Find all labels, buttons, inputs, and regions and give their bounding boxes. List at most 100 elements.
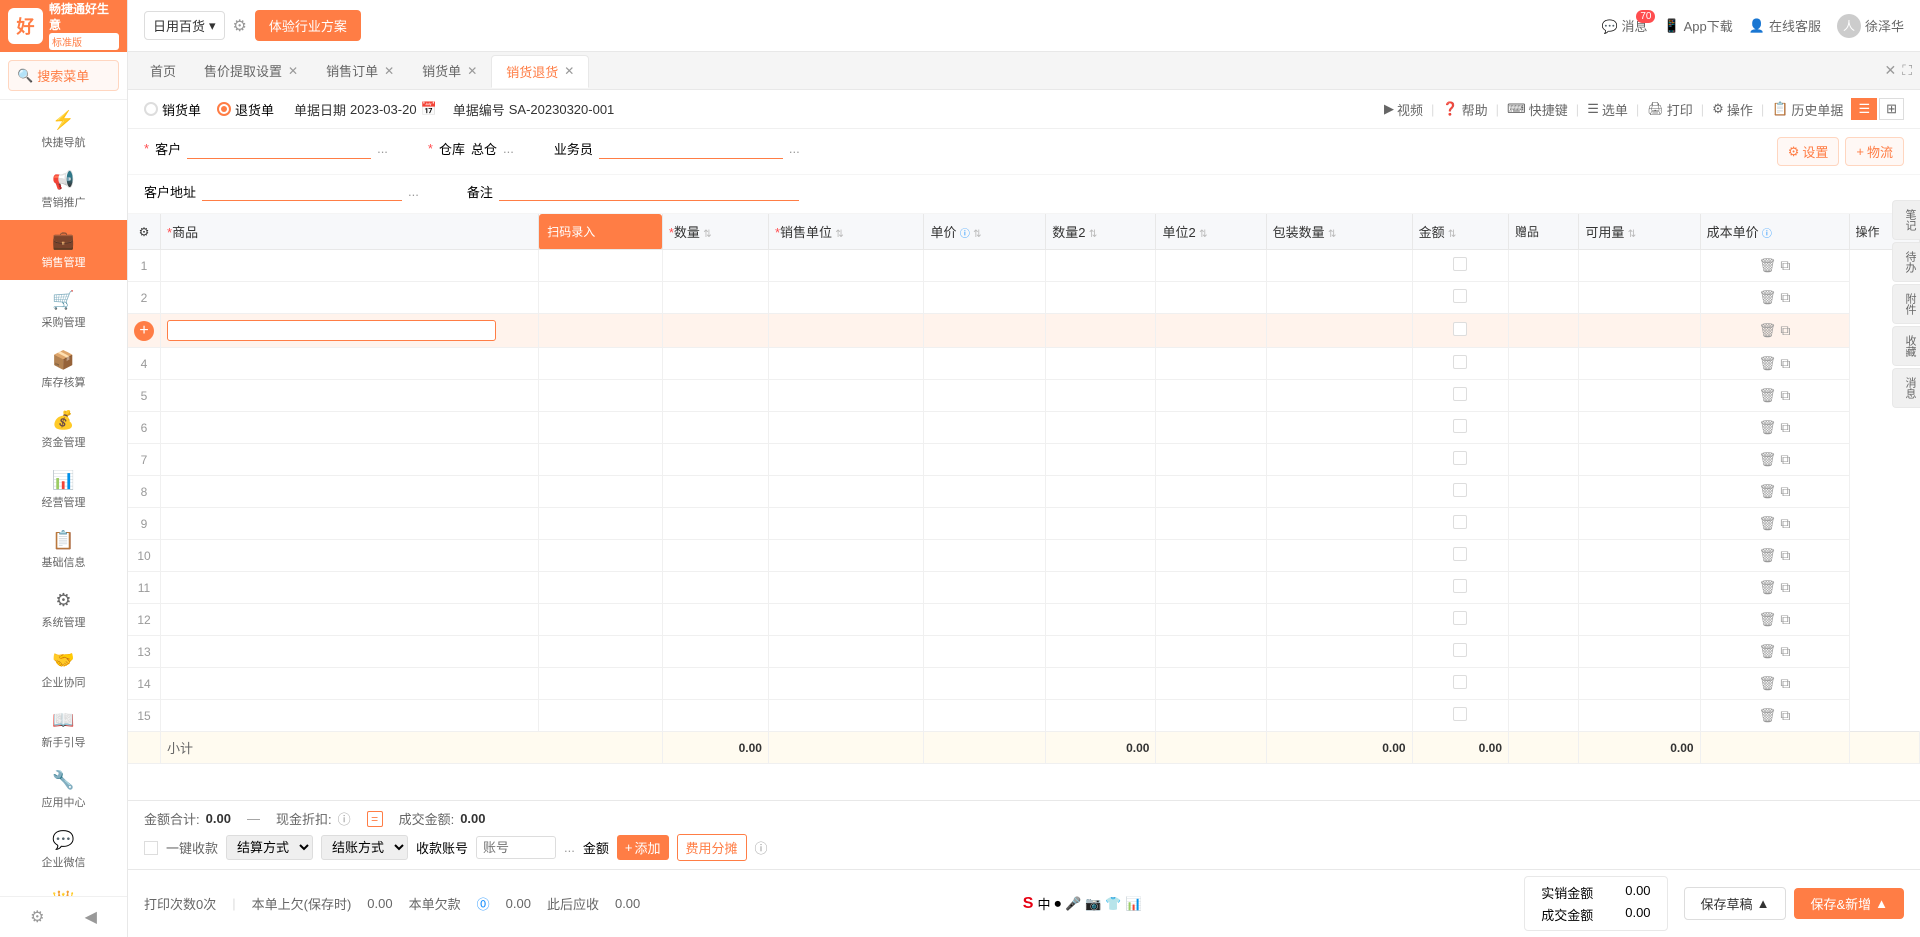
unit2-cell[interactable] [1046, 250, 1156, 282]
unit-price-cell[interactable] [768, 282, 924, 314]
add-payment-btn[interactable]: + 添加 [617, 835, 669, 860]
quantity-cell[interactable] [539, 314, 663, 348]
tab-close-sales-return[interactable]: ✕ [564, 64, 574, 78]
topbar-gear-icon[interactable]: ⚙ [233, 16, 247, 36]
user-profile-btn[interactable]: 人 徐泽华 [1837, 14, 1904, 38]
delete-row-btn[interactable]: 🗑 [1759, 483, 1777, 500]
delete-row-btn[interactable]: 🗑 [1759, 451, 1777, 468]
amount-cell[interactable] [1266, 636, 1412, 668]
qty2-cell[interactable] [924, 380, 1046, 412]
sales-unit-cell[interactable] [662, 604, 768, 636]
cost-price-cell[interactable] [1579, 282, 1700, 314]
delete-row-btn[interactable]: 🗑 [1759, 707, 1777, 724]
delete-row-btn[interactable]: 🗑 [1759, 515, 1777, 532]
quantity-cell[interactable] [539, 444, 663, 476]
amount-cell[interactable] [1266, 700, 1412, 732]
settings-icon[interactable]: ⚙ [30, 907, 44, 927]
amount-cell[interactable] [1266, 314, 1412, 348]
tab-sales[interactable]: 销货单✕ [408, 55, 491, 86]
unit-price-cell[interactable] [768, 444, 924, 476]
sidebar-item-appstore[interactable]: 🔧应用中心 [0, 760, 127, 820]
gift-checkbox[interactable] [1453, 547, 1467, 561]
sales-unit-cell[interactable] [662, 636, 768, 668]
unit-price-cell[interactable] [768, 476, 924, 508]
message-btn[interactable]: 💬 70 消息 [1602, 16, 1648, 35]
gift-checkbox[interactable] [1453, 355, 1467, 369]
cost-price-cell[interactable] [1579, 250, 1700, 282]
tab-price-setting[interactable]: 售价提取设置✕ [190, 55, 312, 86]
amount-cell[interactable] [1266, 282, 1412, 314]
quantity-cell[interactable] [539, 700, 663, 732]
copy-row-btn[interactable]: ⧉ [1780, 419, 1790, 436]
cost-price-cell[interactable] [1579, 412, 1700, 444]
pack-qty-cell[interactable] [1156, 540, 1266, 572]
summary-method-select[interactable]: 结账方式 [321, 835, 408, 860]
sidebar-item-enterprise[interactable]: 🤝企业协同 [0, 640, 127, 700]
warehouse-select-btn[interactable]: ... [503, 141, 514, 156]
action-btn-help[interactable]: ❓帮助 [1442, 100, 1487, 119]
quick-panel-btn-收藏[interactable]: 收藏 [1892, 326, 1920, 366]
pack-qty-cell[interactable] [1156, 668, 1266, 700]
copy-row-btn[interactable]: ⧉ [1780, 611, 1790, 628]
quantity-cell[interactable] [539, 412, 663, 444]
cost-price-cell[interactable] [1579, 348, 1700, 380]
sidebar-item-quick[interactable]: ⚡快捷导航 [0, 100, 127, 160]
unit2-cell[interactable] [1046, 572, 1156, 604]
available-cell[interactable] [1509, 314, 1579, 348]
copy-row-btn[interactable]: ⧉ [1780, 643, 1790, 660]
unit-price-cell[interactable] [768, 508, 924, 540]
remark-input[interactable] [499, 181, 799, 201]
available-cell[interactable] [1509, 668, 1579, 700]
unit2-cell[interactable] [1046, 314, 1156, 348]
debit-ques[interactable]: ⓪ [477, 894, 490, 913]
tab-close-sales[interactable]: ✕ [467, 64, 477, 78]
gift-checkbox[interactable] [1453, 643, 1467, 657]
gift-checkbox[interactable] [1453, 611, 1467, 625]
fee-split-btn[interactable]: 费用分摊 [677, 834, 747, 861]
split-help-icon[interactable]: ⓘ [755, 838, 768, 857]
no-value[interactable]: SA-20230320-001 [509, 102, 615, 117]
available-cell[interactable] [1509, 412, 1579, 444]
gift-checkbox[interactable] [1453, 579, 1467, 593]
account-dots[interactable]: ... [564, 840, 575, 855]
customer-select-btn[interactable]: ... [377, 141, 388, 156]
tab-close-sales-order[interactable]: ✕ [384, 64, 394, 78]
gift-checkbox[interactable] [1453, 322, 1467, 336]
experience-btn[interactable]: 体验行业方案 [255, 10, 361, 41]
cost-price-cell[interactable] [1579, 444, 1700, 476]
sidebar-item-basic[interactable]: 📋基础信息 [0, 520, 127, 580]
delete-row-btn[interactable]: 🗑 [1759, 257, 1777, 274]
qty2-cell[interactable] [924, 476, 1046, 508]
amount-cell[interactable] [1266, 508, 1412, 540]
cost-price-cell[interactable] [1579, 508, 1700, 540]
available-cell[interactable] [1509, 380, 1579, 412]
copy-row-btn[interactable]: ⧉ [1780, 289, 1790, 306]
gift-checkbox[interactable] [1453, 515, 1467, 529]
save-draft-btn[interactable]: 保存草稿 ▲ [1684, 887, 1787, 920]
pack-qty-cell[interactable] [1156, 476, 1266, 508]
copy-row-btn[interactable]: ⧉ [1780, 675, 1790, 692]
qty2-cell[interactable] [924, 668, 1046, 700]
available-cell[interactable] [1509, 572, 1579, 604]
product-input[interactable] [167, 320, 496, 341]
qty2-cell[interactable] [924, 540, 1046, 572]
unit-price-cell[interactable] [768, 604, 924, 636]
tab-close-price-setting[interactable]: ✕ [288, 64, 298, 78]
action-btn-history[interactable]: 📋历史单据 [1772, 100, 1843, 119]
quantity-cell[interactable] [539, 572, 663, 604]
salesperson-select-btn[interactable]: ... [789, 141, 800, 156]
quantity-cell[interactable] [539, 476, 663, 508]
address-input[interactable] [202, 181, 402, 201]
unit2-cell[interactable] [1046, 668, 1156, 700]
available-cell[interactable] [1509, 700, 1579, 732]
unit-price-cell[interactable] [768, 380, 924, 412]
amount-cell[interactable] [1266, 250, 1412, 282]
sales-unit-cell[interactable] [662, 314, 768, 348]
unit-price-cell[interactable] [768, 540, 924, 572]
quantity-cell[interactable] [539, 250, 663, 282]
unit-price-cell[interactable] [768, 412, 924, 444]
qty2-cell[interactable] [924, 314, 1046, 348]
industry-select[interactable]: 日用百货 ▾ [144, 11, 225, 40]
sidebar-item-wechat[interactable]: 💬企业微信 [0, 820, 127, 880]
copy-row-btn[interactable]: ⧉ [1780, 387, 1790, 404]
